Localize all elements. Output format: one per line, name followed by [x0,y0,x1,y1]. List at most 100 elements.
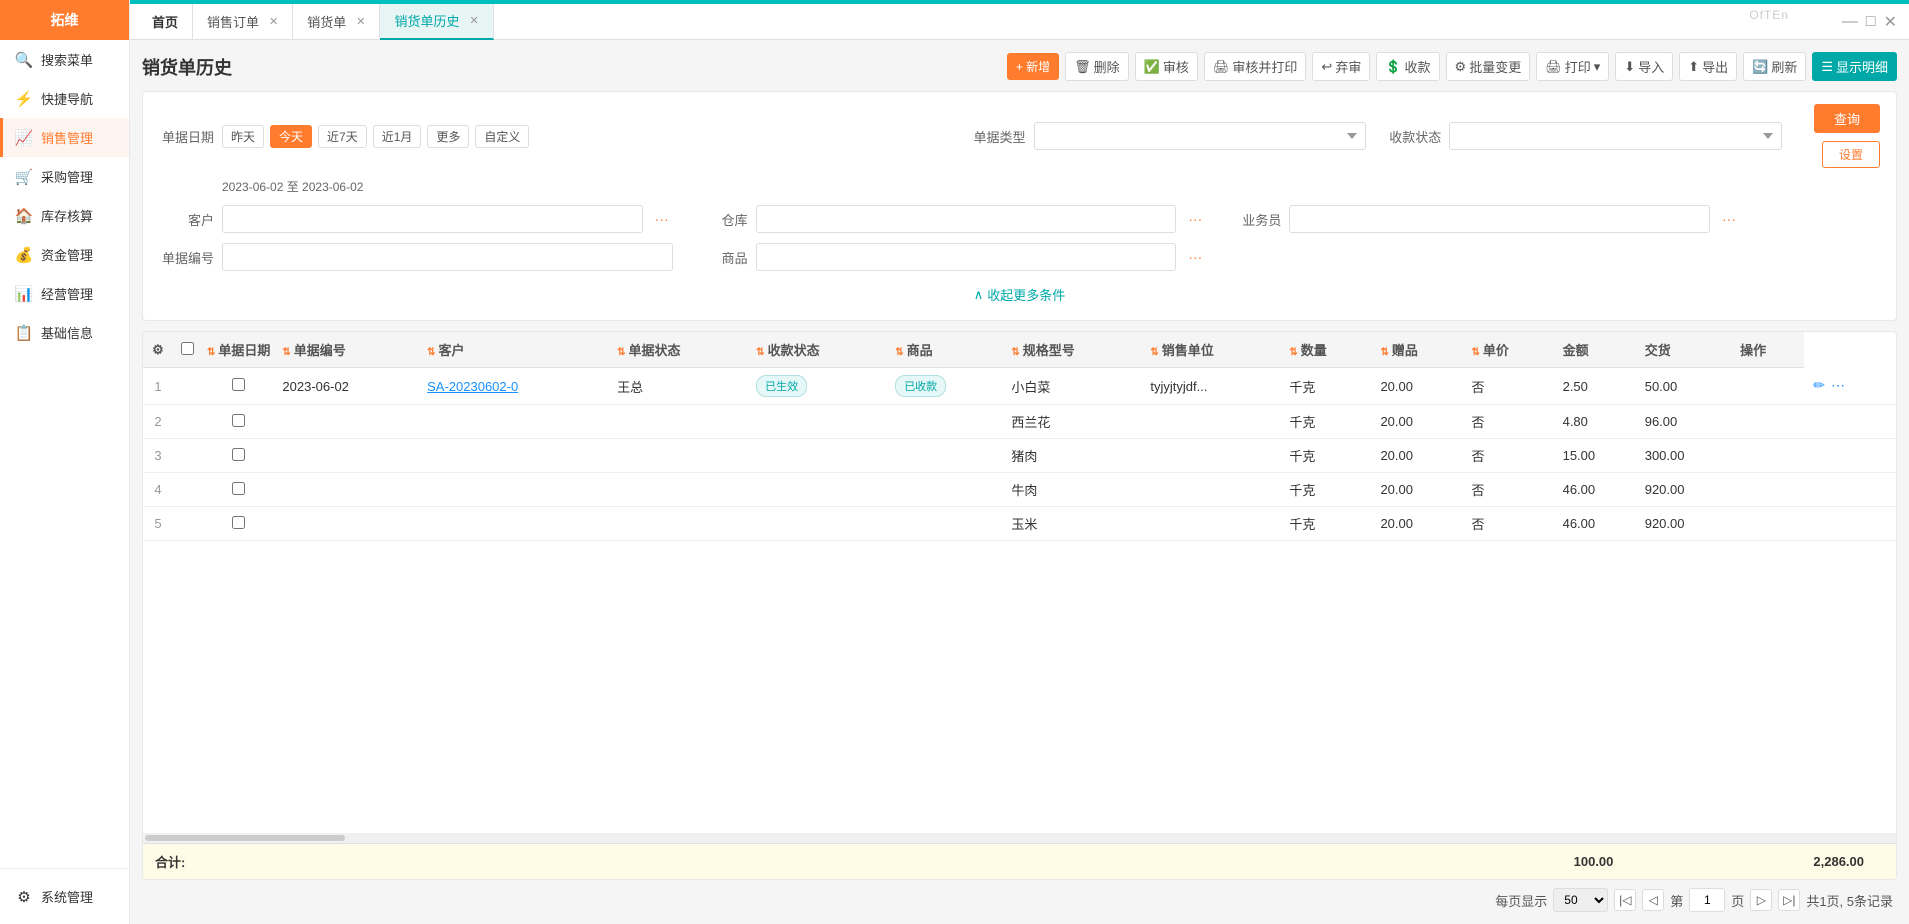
staff-more-icon[interactable]: ··· [1718,211,1740,227]
date-custom-btn[interactable]: 自定义 [475,125,529,148]
th-docno[interactable]: ⇅单据编号 [276,332,421,368]
th-customer[interactable]: ⇅客户 [421,332,611,368]
export-button[interactable]: ⬆ 导出 [1679,52,1737,81]
close-window-icon[interactable]: ✕ [1884,12,1897,32]
goods-more-icon[interactable]: ··· [1184,249,1206,265]
date-more-btn[interactable]: 更多 [427,125,469,148]
th-doc-status[interactable]: ⇅单据状态 [611,332,750,368]
goods-input[interactable] [756,243,1177,271]
customer-input[interactable] [222,205,643,233]
new-button[interactable]: + 新增 [1007,53,1059,80]
collapse-button[interactable]: ∧ 收起更多条件 [159,281,1880,308]
filter-warehouse-group: 仓库 ··· [693,205,1207,233]
row-checkbox[interactable] [232,378,245,391]
sidebar-item-operations[interactable]: 📊 经营管理 [0,274,129,313]
tab-sales-delivery[interactable]: 销货单 ✕ [293,4,380,40]
edit-icon[interactable]: ✏ [1813,377,1825,393]
sidebar-item-quick[interactable]: ⚡ 快捷导航 [0,79,129,118]
table-body: 12023-06-02SA-20230602-0王总已生效已收款小白菜tyjyj… [143,368,1896,541]
sidebar-item-system[interactable]: ⚙ 系统管理 [0,877,129,916]
staff-input[interactable] [1289,205,1710,233]
per-page-select[interactable]: 50 100 [1553,888,1608,912]
row-checkbox[interactable] [232,482,245,495]
horizontal-scrollbar[interactable] [143,833,1896,843]
sidebar-item-basic[interactable]: 📋 基础信息 [0,313,129,352]
filter-row-3: 单据编号 商品 ··· [159,243,1880,271]
select-all-checkbox[interactable] [181,342,194,355]
tab-sales-order-label: 销售订单 [207,12,259,31]
tab-home-label: 首页 [152,12,178,31]
date-1month-btn[interactable]: 近1月 [373,125,422,148]
tab-sales-delivery-close[interactable]: ✕ [356,15,365,28]
page-first-btn[interactable]: |◁ [1614,889,1636,911]
date-yesterday-btn[interactable]: 昨天 [222,125,264,148]
abandon-icon: ↩ [1321,59,1332,75]
tab-home[interactable]: 首页 [138,4,193,40]
maximize-icon[interactable]: □ [1866,13,1876,31]
th-price[interactable]: ⇅单价 [1466,332,1557,368]
tab-sales-history-close[interactable]: ✕ [470,14,479,27]
collect-button[interactable]: 💲 收款 [1376,52,1439,81]
row-checkbox[interactable] [232,448,245,461]
page-prev-btn[interactable]: ◁ [1642,889,1664,911]
abandon-button[interactable]: ↩ 弃审 [1312,52,1370,81]
th-goods[interactable]: ⇅商品 [889,332,1005,368]
minimize-icon[interactable]: — [1842,13,1858,31]
th-checkbox[interactable] [173,332,201,368]
th-unit[interactable]: ⇅销售单位 [1144,332,1283,368]
th-qty[interactable]: ⇅数量 [1283,332,1374,368]
top-tabs-actions: — □ ✕ [1842,12,1909,32]
warehouse-input[interactable] [756,205,1177,233]
sidebar-item-search[interactable]: 🔍 搜索菜单 [0,40,129,79]
customer-more-icon[interactable]: ··· [651,211,673,227]
data-table: ⚙ ⇅单据日期 ⇅单据编号 ⇅客户 ⇅单据状态 ⇅收款状态 ⇅商品 ⇅规格型号 [143,332,1896,541]
th-spec[interactable]: ⇅规格型号 [1005,332,1144,368]
date-today-btn[interactable]: 今天 [270,125,312,148]
docno-input[interactable] [222,243,673,271]
sidebar: 拓维 🔍 搜索菜单 ⚡ 快捷导航 📈 销售管理 🛒 采购管理 🏠 库存核算 💰 … [0,0,130,924]
th-gift[interactable]: ⇅赠品 [1374,332,1465,368]
scroll-thumb[interactable] [145,835,345,841]
sidebar-item-purchase[interactable]: 🛒 采购管理 [0,157,129,196]
page-last-btn[interactable]: ▷| [1778,889,1800,911]
status-badge: 已生效 [756,375,807,397]
th-gear[interactable]: ⚙ [143,332,173,368]
show-detail-button[interactable]: ☰ 显示明细 [1812,52,1897,81]
page-next-btn[interactable]: ▷ [1750,889,1772,911]
detail-icon: ☰ [1821,59,1833,75]
sidebar-item-inventory[interactable]: 🏠 库存核算 [0,196,129,235]
tab-sales-history[interactable]: 销货单历史 ✕ [380,4,493,40]
page-suffix: 页 [1731,891,1744,910]
row-checkbox[interactable] [232,516,245,529]
print-icon: 🖨 [1545,59,1562,75]
doc-type-label: 单据类型 [971,127,1026,146]
date-7days-btn[interactable]: 近7天 [318,125,367,148]
sidebar-item-finance[interactable]: 💰 资金管理 [0,235,129,274]
row-checkbox[interactable] [232,414,245,427]
query-button[interactable]: 查询 [1814,104,1880,133]
print-button[interactable]: 🖨 打印 ▾ [1536,52,1609,81]
warehouse-more-icon[interactable]: ··· [1184,211,1206,227]
chevron-up-icon: ∧ [974,287,984,303]
gear-settings-icon[interactable]: ⚙ [152,342,164,357]
operations-icon: 📊 [15,285,33,303]
tab-sales-order-close[interactable]: ✕ [269,15,278,28]
filter-settings-button[interactable]: 设置 [1822,141,1880,168]
tab-sales-order[interactable]: 销售订单 ✕ [193,4,293,40]
audit-button[interactable]: ✅ 审核 [1135,52,1198,81]
table-footer: 合计: 100.00 2,286.00 [143,843,1896,879]
page-number-input[interactable] [1689,888,1725,912]
more-icon[interactable]: ⋯ [1831,377,1845,393]
sidebar-item-sales[interactable]: 📈 销售管理 [0,118,129,157]
doc-type-select[interactable] [1034,122,1367,150]
import-button[interactable]: ⬇ 导入 [1615,52,1673,81]
th-date[interactable]: ⇅单据日期 [201,332,276,368]
delete-button[interactable]: 🗑 删除 [1065,52,1129,81]
row-num: 2 [143,405,173,439]
docno-link[interactable]: SA-20230602-0 [427,379,518,394]
batch-change-button[interactable]: ⚙ 批量变更 [1446,52,1531,81]
refresh-button[interactable]: 🔄 刷新 [1743,52,1806,81]
th-collect-status[interactable]: ⇅收款状态 [750,332,889,368]
collect-status-select[interactable] [1449,122,1782,150]
audit-print-button[interactable]: 🖨 审核并打印 [1204,52,1307,81]
